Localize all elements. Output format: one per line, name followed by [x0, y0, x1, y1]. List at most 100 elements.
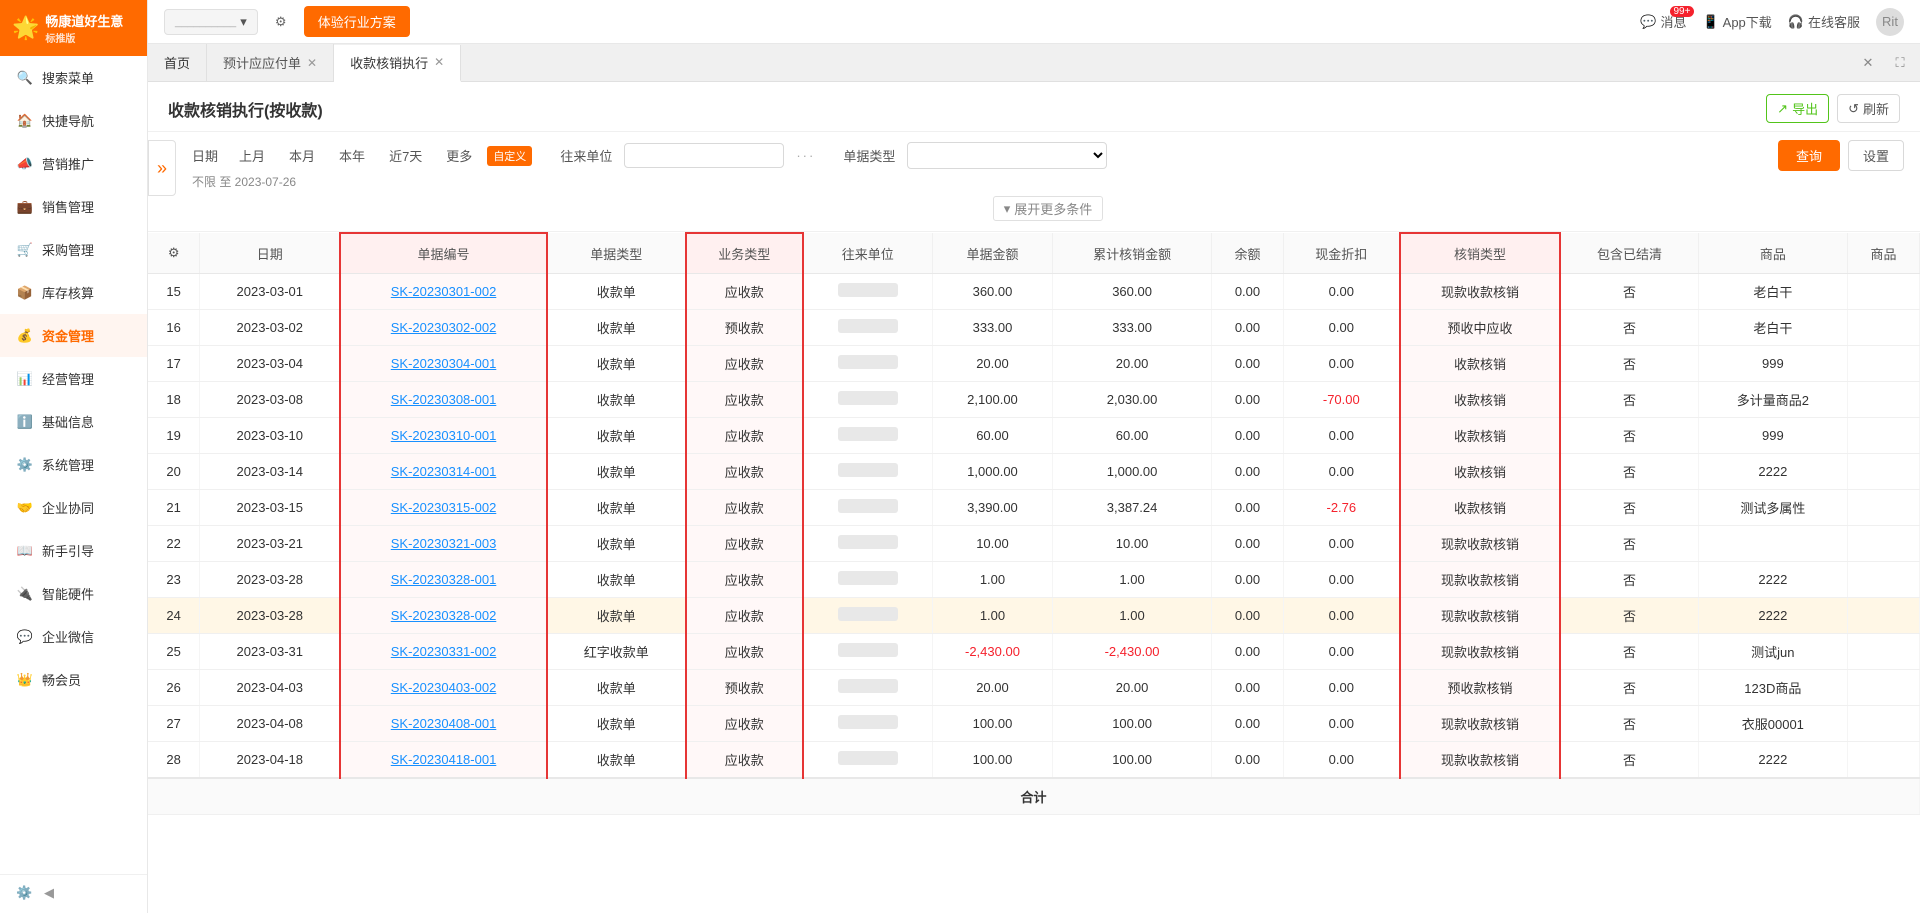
sidebar-item-purchase[interactable]: 🛒 采购管理: [0, 228, 147, 271]
sidebar-item-hardware[interactable]: 🔌 智能硬件: [0, 572, 147, 615]
counterparty-dots[interactable]: ···: [796, 148, 815, 163]
tab-home[interactable]: 首页: [148, 44, 207, 81]
sidebar-item-guide[interactable]: 📖 新手引导: [0, 529, 147, 572]
doc-no-link[interactable]: SK-20230310-001: [391, 428, 497, 443]
chevron-down-icon: ▾: [240, 14, 247, 30]
settings-icon[interactable]: ⚙️: [16, 885, 34, 903]
sidebar-item-marketing[interactable]: 📣 营销推广: [0, 142, 147, 185]
tab-prepay-close[interactable]: ✕: [307, 56, 317, 70]
table-footer-label: 合计: [148, 778, 1920, 815]
tab-receipt-close[interactable]: ✕: [434, 55, 444, 69]
doc-no-link[interactable]: SK-20230418-001: [391, 752, 497, 767]
sidebar-item-inventory[interactable]: 📦 库存核算: [0, 271, 147, 314]
sidebar-item-sales[interactable]: 💼 销售管理: [0, 185, 147, 228]
industry-solution-button[interactable]: 体验行业方案: [304, 6, 410, 37]
cell-doc-no[interactable]: SK-20230314-001: [340, 454, 547, 490]
cell-doc-no[interactable]: SK-20230321-003: [340, 526, 547, 562]
doc-no-link[interactable]: SK-20230304-001: [391, 356, 497, 371]
date-filter-options: 上月 本月 本年 近7天 更多 自定义: [230, 142, 532, 169]
doc-type-select[interactable]: [907, 142, 1107, 169]
collapse-icon[interactable]: ◀: [44, 885, 62, 903]
tab-receipt-exec[interactable]: 收款核销执行 ✕: [334, 45, 461, 82]
date-more[interactable]: 更多: [437, 142, 481, 169]
message-badge: 99+: [1670, 6, 1695, 17]
table-row: 152023-03-01SK-20230301-002收款单应收款360.003…: [148, 274, 1920, 310]
sidebar-item-operation[interactable]: 📊 经营管理: [0, 357, 147, 400]
user-avatar[interactable]: Rit: [1876, 8, 1904, 36]
cell-write-off-type: 现款收款核销: [1400, 634, 1561, 670]
cell-doc-no[interactable]: SK-20230328-002: [340, 598, 547, 634]
cell-goods: 多计量商品2: [1698, 382, 1847, 418]
doc-no-link[interactable]: SK-20230331-002: [391, 644, 497, 659]
topbar-gear-button[interactable]: ⚙: [266, 7, 296, 37]
filter-toggle-button[interactable]: »: [148, 140, 176, 196]
expand-more-button[interactable]: ▾ 展开更多条件: [993, 196, 1104, 221]
cell-biz-type: 应收款: [686, 382, 803, 418]
date-last-month[interactable]: 上月: [230, 142, 274, 169]
doc-no-link[interactable]: SK-20230328-001: [391, 572, 497, 587]
cell-doc-type: 收款单: [547, 706, 686, 742]
table-header-row: ⚙ 日期 单据编号 单据类型 业务类型 往来单位 单据金额 累计核销金额 余额 …: [148, 233, 1920, 274]
cell-cash-discount: -70.00: [1283, 382, 1399, 418]
sidebar-item-quick-nav[interactable]: 🏠 快捷导航: [0, 99, 147, 142]
cell-doc-no[interactable]: SK-20230310-001: [340, 418, 547, 454]
topbar-dropdown[interactable]: __________ ▾: [164, 9, 258, 35]
tab-prepay-label: 预计应应付单: [223, 53, 301, 72]
sidebar-item-wechat[interactable]: 💬 企业微信: [0, 615, 147, 658]
doc-no-link[interactable]: SK-20230321-003: [391, 536, 497, 551]
query-button[interactable]: 查询: [1778, 140, 1840, 171]
cell-goods2: [1847, 742, 1919, 779]
cell-date: 2023-03-02: [200, 310, 340, 346]
settings-button[interactable]: 设置: [1848, 140, 1904, 171]
sidebar-item-search[interactable]: 🔍 搜索菜单: [0, 56, 147, 99]
cell-doc-no[interactable]: SK-20230315-002: [340, 490, 547, 526]
cell-doc-no[interactable]: SK-20230302-002: [340, 310, 547, 346]
table-row: 172023-03-04SK-20230304-001收款单应收款20.0020…: [148, 346, 1920, 382]
cell-doc-no[interactable]: SK-20230301-002: [340, 274, 547, 310]
doc-no-link[interactable]: SK-20230308-001: [391, 392, 497, 407]
doc-no-link[interactable]: SK-20230302-002: [391, 320, 497, 335]
date-this-year[interactable]: 本年: [330, 142, 374, 169]
doc-no-link[interactable]: SK-20230403-002: [391, 680, 497, 695]
cell-biz-type: 应收款: [686, 418, 803, 454]
close-window-icon[interactable]: ✕: [1856, 51, 1880, 75]
export-button[interactable]: ↗ 导出: [1766, 94, 1829, 123]
doc-no-link[interactable]: SK-20230314-001: [391, 464, 497, 479]
app-download-link[interactable]: 📱 App下载: [1702, 12, 1771, 31]
cell-counterparty: [803, 310, 933, 346]
date-this-month[interactable]: 本月: [280, 142, 324, 169]
counterparty-input[interactable]: [624, 143, 784, 168]
message-button[interactable]: 💬 消息 99+: [1640, 12, 1686, 31]
cell-doc-no[interactable]: SK-20230308-001: [340, 382, 547, 418]
cell-goods: 2222: [1698, 454, 1847, 490]
app-download-label: App下载: [1723, 12, 1772, 31]
cell-write-off-type: 现款收款核销: [1400, 598, 1561, 634]
cell-doc-no[interactable]: SK-20230418-001: [340, 742, 547, 779]
doc-no-link[interactable]: SK-20230315-002: [391, 500, 497, 515]
sidebar-item-member[interactable]: 👑 畅会员: [0, 658, 147, 701]
sidebar-item-basics[interactable]: ℹ️ 基础信息: [0, 400, 147, 443]
cell-doc-type: 红字收款单: [547, 634, 686, 670]
doc-no-link[interactable]: SK-20230408-001: [391, 716, 497, 731]
cell-include-settled: 否: [1560, 526, 1698, 562]
doc-no-link[interactable]: SK-20230328-002: [391, 608, 497, 623]
cell-doc-no[interactable]: SK-20230408-001: [340, 706, 547, 742]
cell-doc-no[interactable]: SK-20230304-001: [340, 346, 547, 382]
refresh-button[interactable]: ↺ 刷新: [1837, 94, 1900, 123]
cell-doc-no[interactable]: SK-20230403-002: [340, 670, 547, 706]
cell-doc-no[interactable]: SK-20230331-002: [340, 634, 547, 670]
sidebar-item-capital[interactable]: 💰 资金管理: [0, 314, 147, 357]
maximize-icon[interactable]: ⛶: [1888, 51, 1912, 75]
cell-goods: [1698, 526, 1847, 562]
cell-cash-discount: 0.00: [1283, 310, 1399, 346]
settings-col-icon[interactable]: ⚙: [168, 245, 180, 260]
date-last-7-days[interactable]: 近7天: [380, 142, 431, 169]
online-service-link[interactable]: 🎧 在线客服: [1788, 12, 1860, 31]
tab-prepay[interactable]: 预计应应付单 ✕: [207, 44, 334, 81]
cell-cash-discount: 0.00: [1283, 346, 1399, 382]
date-custom-btn[interactable]: 自定义: [487, 146, 532, 166]
cell-doc-no[interactable]: SK-20230328-001: [340, 562, 547, 598]
sidebar-item-enterprise[interactable]: 🤝 企业协同: [0, 486, 147, 529]
sidebar-item-system[interactable]: ⚙️ 系统管理: [0, 443, 147, 486]
doc-no-link[interactable]: SK-20230301-002: [391, 284, 497, 299]
